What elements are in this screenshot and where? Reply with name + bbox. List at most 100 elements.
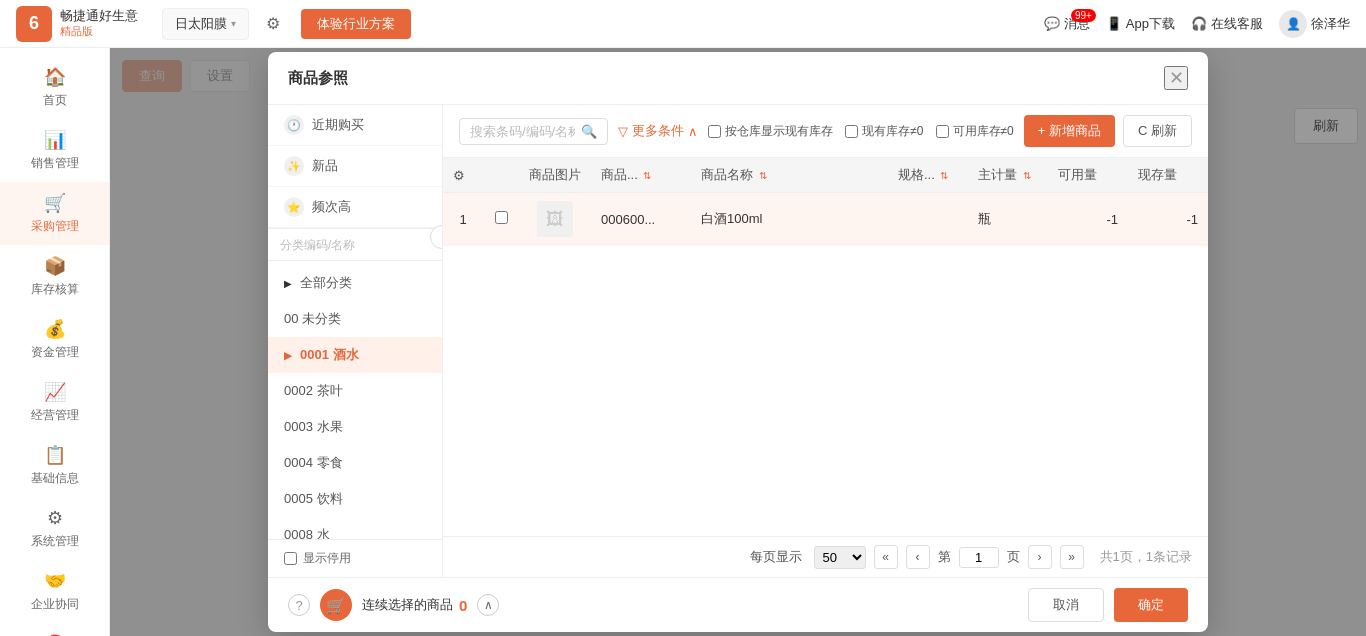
help-icon[interactable]: ? bbox=[288, 594, 310, 616]
filter-options: 按仓库显示现有库存 现有库存≠0 可用库存≠0 bbox=[708, 123, 1014, 140]
row-name: 白酒100ml bbox=[691, 193, 888, 246]
pg-next-btn[interactable]: › bbox=[1028, 545, 1052, 569]
message-badge: 99+ bbox=[1071, 9, 1096, 22]
product-search-input[interactable] bbox=[470, 124, 575, 139]
pg-prev-btn[interactable]: ‹ bbox=[906, 545, 930, 569]
filter-option-warehouse[interactable]: 按仓库显示现有库存 bbox=[708, 123, 833, 140]
footer-collapse-btn[interactable]: ∧ bbox=[477, 594, 499, 616]
sidebar-label-operations: 经营管理 bbox=[31, 407, 79, 424]
nav-cta-btn[interactable]: 体验行业方案 bbox=[301, 9, 411, 39]
show-disabled-label[interactable]: 显示停用 bbox=[303, 550, 351, 567]
sidebar-item-guide[interactable]: 🎯 新手引导 bbox=[0, 623, 109, 636]
cart-btn[interactable]: 🛒 bbox=[320, 589, 352, 621]
sales-icon: 📊 bbox=[44, 129, 66, 151]
sidebar-item-inventory[interactable]: 📦 库存核算 bbox=[0, 245, 109, 308]
sidebar-item-operations[interactable]: 📈 经营管理 bbox=[0, 371, 109, 434]
confirm-btn[interactable]: 确定 bbox=[1114, 588, 1188, 622]
pagination-bar: 每页显示 50 20 100 « ‹ 第 页 › » 共1页，1条记录 bbox=[443, 536, 1208, 577]
row-spec bbox=[888, 193, 968, 246]
cat-item-all[interactable]: 全部分类 bbox=[268, 265, 442, 301]
filter-option-available[interactable]: 可用库存≠0 bbox=[936, 123, 1014, 140]
sort-spec-icon: ⇅ bbox=[940, 170, 948, 181]
filter-option-existing[interactable]: 现有库存≠0 bbox=[845, 123, 923, 140]
cat-item-recent[interactable]: 🕐 近期购买 bbox=[268, 105, 442, 146]
th-spec[interactable]: 规格... ⇅ bbox=[888, 158, 968, 193]
filter-existing-checkbox[interactable] bbox=[845, 125, 858, 138]
nav-user[interactable]: 👤 徐泽华 bbox=[1279, 10, 1350, 38]
finance-icon: 💰 bbox=[44, 318, 66, 340]
th-unit[interactable]: 主计量 ⇅ bbox=[968, 158, 1048, 193]
th-spec-label: 规格... bbox=[898, 167, 935, 182]
table-row[interactable]: 1 🖼 000600... 白酒100ml 瓶 -1 bbox=[443, 193, 1208, 246]
row-code: 000600... bbox=[591, 193, 691, 246]
pg-first-btn[interactable]: « bbox=[874, 545, 898, 569]
sidebar-item-enterprise[interactable]: 🤝 企业协同 bbox=[0, 560, 109, 623]
filter-warehouse-checkbox[interactable] bbox=[708, 125, 721, 138]
th-settings[interactable]: ⚙ bbox=[443, 158, 483, 193]
nav-message[interactable]: 💬 消息 99+ bbox=[1044, 15, 1090, 33]
sidebar-item-finance[interactable]: 💰 资金管理 bbox=[0, 308, 109, 371]
main-layout: 🏠 首页 📊 销售管理 🛒 采购管理 📦 库存核算 💰 资金管理 📈 经营管理 … bbox=[0, 48, 1366, 636]
filter-btn[interactable]: ▽ 更多条件 ∧ bbox=[618, 122, 698, 140]
basics-icon: 📋 bbox=[44, 444, 66, 466]
sidebar-item-sales[interactable]: 📊 销售管理 bbox=[0, 119, 109, 182]
cat-tea-label: 0002 茶叶 bbox=[284, 382, 343, 400]
cat-item-liquor[interactable]: 0001 酒水 bbox=[268, 337, 442, 373]
refresh-btn[interactable]: C 刷新 bbox=[1123, 115, 1192, 147]
pg-total-info: 共1页，1条记录 bbox=[1100, 548, 1192, 566]
filter-existing-label: 现有库存≠0 bbox=[862, 123, 923, 140]
product-search-icon[interactable]: 🔍 bbox=[581, 124, 597, 139]
product-image: 🖼 bbox=[537, 201, 573, 237]
filter-available-checkbox[interactable] bbox=[936, 125, 949, 138]
category-list: 全部分类 00 未分类 0001 酒水 0002 茶叶 0003 水果 bbox=[268, 261, 442, 539]
row-avail: -1 bbox=[1048, 193, 1128, 246]
cart-icon: 🛒 bbox=[326, 596, 346, 615]
product-toolbar: 🔍 ▽ 更多条件 ∧ 按仓库显示现有库存 bbox=[443, 105, 1208, 158]
product-area: 🔍 ▽ 更多条件 ∧ 按仓库显示现有库存 bbox=[443, 105, 1208, 577]
cat-item-freq[interactable]: ⭐ 频次高 bbox=[268, 187, 442, 228]
freq-icon: ⭐ bbox=[284, 197, 304, 217]
enterprise-icon: 🤝 bbox=[44, 570, 66, 592]
pg-last-btn[interactable]: » bbox=[1060, 545, 1084, 569]
cat-item-snacks[interactable]: 0004 零食 bbox=[268, 445, 442, 481]
sidebar-item-system[interactable]: ⚙ 系统管理 bbox=[0, 497, 109, 560]
cat-item-water[interactable]: 0008 水 bbox=[268, 517, 442, 539]
cat-item-new[interactable]: ✨ 新品 bbox=[268, 146, 442, 187]
th-unit-label: 主计量 bbox=[978, 167, 1017, 182]
logo-area: 6 畅捷通好生意 精品版 bbox=[16, 6, 138, 42]
cat-liquor-label: 0001 酒水 bbox=[300, 346, 359, 364]
per-page-select[interactable]: 50 20 100 bbox=[814, 546, 866, 569]
modal-close-btn[interactable]: ✕ bbox=[1164, 66, 1188, 90]
logo-text: 畅捷通好生意 bbox=[60, 8, 138, 24]
toolbar-right: + 新增商品 C 刷新 bbox=[1024, 115, 1192, 147]
th-check bbox=[483, 158, 519, 193]
th-avail: 可用量 bbox=[1048, 158, 1128, 193]
cat-item-drinks[interactable]: 0005 饮料 bbox=[268, 481, 442, 517]
cancel-btn[interactable]: 取消 bbox=[1028, 588, 1104, 622]
filter-icon: ▽ bbox=[618, 124, 628, 139]
row-check[interactable] bbox=[483, 193, 519, 246]
pg-current-input[interactable] bbox=[959, 547, 999, 568]
cat-item-fruit[interactable]: 0003 水果 bbox=[268, 409, 442, 445]
purchase-icon: 🛒 bbox=[44, 192, 66, 214]
cat-item-uncategorized[interactable]: 00 未分类 bbox=[268, 301, 442, 337]
th-code[interactable]: 商品... ⇅ bbox=[591, 158, 691, 193]
row-unit: 瓶 bbox=[968, 193, 1048, 246]
nav-gear-btn[interactable]: ⚙ bbox=[257, 8, 289, 40]
category-search-input[interactable] bbox=[280, 238, 430, 252]
add-product-btn[interactable]: + 新增商品 bbox=[1024, 115, 1115, 147]
nav-app-download[interactable]: 📱 App下载 bbox=[1106, 15, 1175, 33]
sidebar-item-purchase[interactable]: 🛒 采购管理 bbox=[0, 182, 109, 245]
th-name[interactable]: 商品名称 ⇅ bbox=[691, 158, 888, 193]
nav-customer-service[interactable]: 🎧 在线客服 bbox=[1191, 15, 1263, 33]
nav-selector[interactable]: 日太阳膜 ▾ bbox=[162, 8, 249, 40]
cat-item-tea[interactable]: 0002 茶叶 bbox=[268, 373, 442, 409]
username-label: 徐泽华 bbox=[1311, 15, 1350, 33]
show-disabled-checkbox[interactable] bbox=[284, 552, 297, 565]
cat-drinks-label: 0005 饮料 bbox=[284, 490, 343, 508]
row-checkbox[interactable] bbox=[495, 211, 508, 224]
sidebar-item-basics[interactable]: 📋 基础信息 bbox=[0, 434, 109, 497]
sidebar-item-home[interactable]: 🏠 首页 bbox=[0, 56, 109, 119]
category-footer: 显示停用 bbox=[268, 539, 442, 577]
category-top-items: 🕐 近期购买 ✨ 新品 ⭐ 频次高 bbox=[268, 105, 442, 229]
